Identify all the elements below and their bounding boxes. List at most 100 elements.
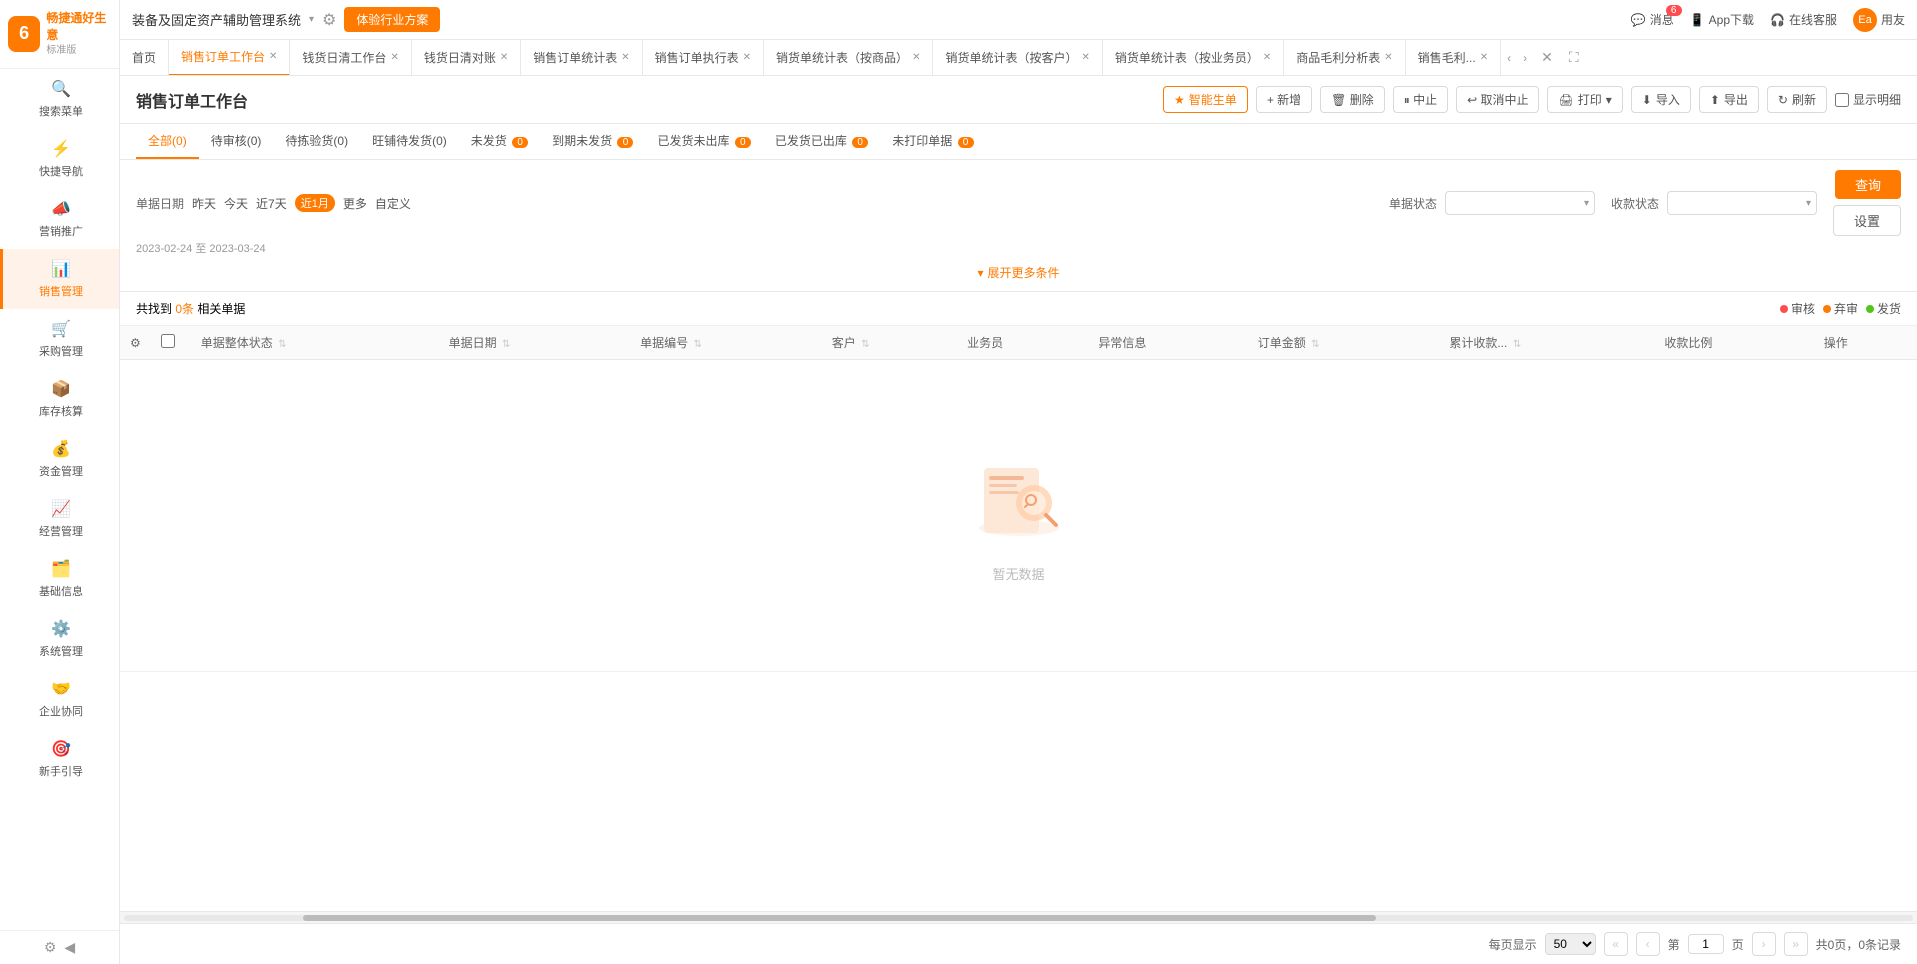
tab-sales-stats[interactable]: 销售订单统计表 ✕	[521, 40, 642, 76]
prev-page-btn[interactable]: ‹	[1636, 932, 1660, 956]
tab-sales-exec[interactable]: 销售订单执行表 ✕	[643, 40, 764, 76]
topbar-dropdown-icon[interactable]: ▾	[309, 14, 314, 25]
sort-icon[interactable]: ⇅	[694, 339, 702, 350]
sort-icon[interactable]: ⇅	[502, 339, 510, 350]
tab-close-icon[interactable]: ✕	[743, 52, 751, 63]
filter-date-custom[interactable]: 自定义	[375, 195, 411, 212]
sub-tab-all[interactable]: 全部(0)	[136, 124, 199, 159]
sort-icon[interactable]: ⇅	[1311, 339, 1319, 350]
review-btn[interactable]: 审核	[1780, 300, 1815, 317]
sidebar-item-enterprise[interactable]: 🤝 企业协同	[0, 669, 119, 729]
tabs-nav-next[interactable]: ›	[1517, 40, 1533, 76]
topbar-user[interactable]: Ea 用友	[1853, 8, 1905, 32]
sub-tab-overdue-not-shipped[interactable]: 到期未发货 0	[540, 124, 645, 159]
smart-order-btn[interactable]: ★ 智能生单	[1163, 86, 1248, 113]
tab-close-icon[interactable]: ✕	[500, 52, 508, 63]
tab-sales-more[interactable]: 销售毛利... ✕	[1406, 40, 1501, 76]
sidebar-item-operations[interactable]: 📈 经营管理	[0, 489, 119, 549]
topbar-settings-icon[interactable]: ⚙	[322, 10, 336, 30]
show-detail-input[interactable]	[1835, 93, 1849, 107]
cancel-review-btn[interactable]: 弃审	[1823, 300, 1858, 317]
set-btn[interactable]: 设置	[1833, 205, 1901, 236]
sidebar-item-label: 系统管理	[39, 643, 83, 659]
sub-tab-not-printed[interactable]: 未打印单据 0	[880, 124, 985, 159]
tab-close-icon[interactable]: ✕	[912, 52, 920, 63]
collapse-icon[interactable]: ◀	[64, 939, 75, 956]
add-btn[interactable]: + 新增	[1256, 86, 1312, 113]
tab-cash-daily[interactable]: 钱货日清工作台 ✕	[290, 40, 411, 76]
sort-icon[interactable]: ⇅	[861, 339, 869, 350]
filter-status-select[interactable]	[1445, 191, 1595, 215]
tab-close-icon[interactable]: ✕	[1081, 52, 1089, 63]
sidebar-item-search[interactable]: 🔍 搜索菜单	[0, 69, 119, 129]
sub-tab-not-shipped[interactable]: 未发货 0	[459, 124, 540, 159]
pause-btn[interactable]: ⏸ 中止	[1393, 86, 1448, 113]
column-settings-icon[interactable]: ⚙	[130, 336, 141, 350]
delete-btn[interactable]: 🗑 删除	[1320, 86, 1385, 113]
sidebar-item-marketing[interactable]: 📣 营销推广	[0, 189, 119, 249]
sidebar-item-system[interactable]: ⚙️ 系统管理	[0, 609, 119, 669]
tab-sales-workbench[interactable]: 销售订单工作台 ✕	[169, 40, 290, 76]
tab-goods-stats-staff[interactable]: 销货单统计表（按业务员） ✕	[1103, 40, 1284, 76]
sub-tab-pending-review[interactable]: 待审核(0)	[199, 124, 274, 159]
cancel-pause-btn[interactable]: ↩ 取消中止	[1456, 86, 1539, 113]
ship-btn[interactable]: 发货	[1866, 300, 1901, 317]
topbar-message[interactable]: 💬 消息 6	[1631, 11, 1674, 28]
show-detail-checkbox[interactable]: 显示明细	[1835, 91, 1901, 108]
topbar-app-download[interactable]: 📱 App下载	[1690, 11, 1754, 28]
filter-expand-btn[interactable]: ▾ 展开更多条件	[977, 264, 1059, 281]
scroll-thumb[interactable]	[303, 915, 1376, 921]
logo-text: 畅捷通好生意 标准版	[46, 10, 111, 58]
topbar-online-service[interactable]: 🎧 在线客服	[1770, 11, 1837, 28]
tab-product-margin[interactable]: 商品毛利分析表 ✕	[1284, 40, 1405, 76]
sub-tab-shipped-out[interactable]: 已发货已出库 0	[763, 124, 880, 159]
sidebar-item-guide[interactable]: 🎯 新手引导	[0, 729, 119, 789]
filter-date-yesterday[interactable]: 昨天	[192, 195, 216, 212]
sub-tab-shipped-not-out[interactable]: 已发货未出库 0	[645, 124, 762, 159]
tab-home[interactable]: 首页	[120, 40, 169, 76]
page-input[interactable]	[1688, 934, 1724, 954]
select-all-checkbox[interactable]	[161, 334, 175, 348]
last-page-btn[interactable]: »	[1784, 932, 1808, 956]
filter-date-today[interactable]: 今天	[224, 195, 248, 212]
filter-payment-select[interactable]	[1667, 191, 1817, 215]
tab-close-icon[interactable]: ✕	[390, 52, 398, 63]
sidebar-item-finance[interactable]: 💰 资金管理	[0, 429, 119, 489]
sidebar-item-quick-nav[interactable]: ⚡ 快捷导航	[0, 129, 119, 189]
sidebar-item-sales[interactable]: 📊 销售管理	[0, 249, 119, 309]
query-btn[interactable]: 查询	[1835, 170, 1901, 199]
import-btn[interactable]: ⬇ 导入	[1631, 86, 1691, 113]
tab-close-icon[interactable]: ✕	[1263, 52, 1271, 63]
tabs-nav-prev[interactable]: ‹	[1501, 40, 1517, 76]
filter-date-more[interactable]: 更多	[343, 195, 367, 212]
tab-goods-stats-customer[interactable]: 销货单统计表（按客户） ✕	[933, 40, 1102, 76]
tab-close-icon[interactable]: ✕	[269, 51, 277, 62]
refresh-btn[interactable]: ↻ 刷新	[1767, 86, 1827, 113]
scroll-track[interactable]	[124, 915, 1913, 921]
next-page-btn[interactable]: ›	[1752, 932, 1776, 956]
horizontal-scroll[interactable]	[120, 911, 1917, 923]
filter-date-last1m[interactable]: 近1月	[295, 194, 335, 212]
tab-close-icon[interactable]: ✕	[621, 52, 629, 63]
settings-bottom-icon[interactable]: ⚙	[44, 939, 57, 956]
sort-icon[interactable]: ⇅	[1513, 339, 1521, 350]
sub-tab-wangpu-ship[interactable]: 旺铺待发货(0)	[360, 124, 459, 159]
tabs-expand[interactable]: ⛶	[1561, 40, 1587, 76]
tab-close-icon[interactable]: ✕	[1384, 52, 1392, 63]
export-btn[interactable]: ⬆ 导出	[1699, 86, 1759, 113]
sidebar-item-inventory[interactable]: 📦 库存核算	[0, 369, 119, 429]
trial-btn[interactable]: 体验行业方案	[344, 7, 440, 32]
sidebar-item-basic-info[interactable]: 🗂️ 基础信息	[0, 549, 119, 609]
tab-close-icon[interactable]: ✕	[1480, 52, 1488, 63]
print-dropdown-icon[interactable]: ▾	[1606, 93, 1612, 107]
sort-icon[interactable]: ⇅	[278, 339, 286, 350]
per-page-select[interactable]: 50 10 20 100	[1545, 933, 1596, 955]
tab-goods-stats-product[interactable]: 销货单统计表（按商品） ✕	[764, 40, 933, 76]
tab-cash-reconcile[interactable]: 钱货日清对账 ✕	[412, 40, 521, 76]
tabs-close-all[interactable]: ✕	[1533, 40, 1561, 76]
sidebar-item-purchase[interactable]: 🛒 采购管理	[0, 309, 119, 369]
filter-date-last7[interactable]: 近7天	[256, 195, 287, 212]
print-btn[interactable]: 🖨 打印 ▾	[1547, 86, 1622, 113]
first-page-btn[interactable]: «	[1604, 932, 1628, 956]
sub-tab-pending-inspect[interactable]: 待拣验货(0)	[273, 124, 360, 159]
